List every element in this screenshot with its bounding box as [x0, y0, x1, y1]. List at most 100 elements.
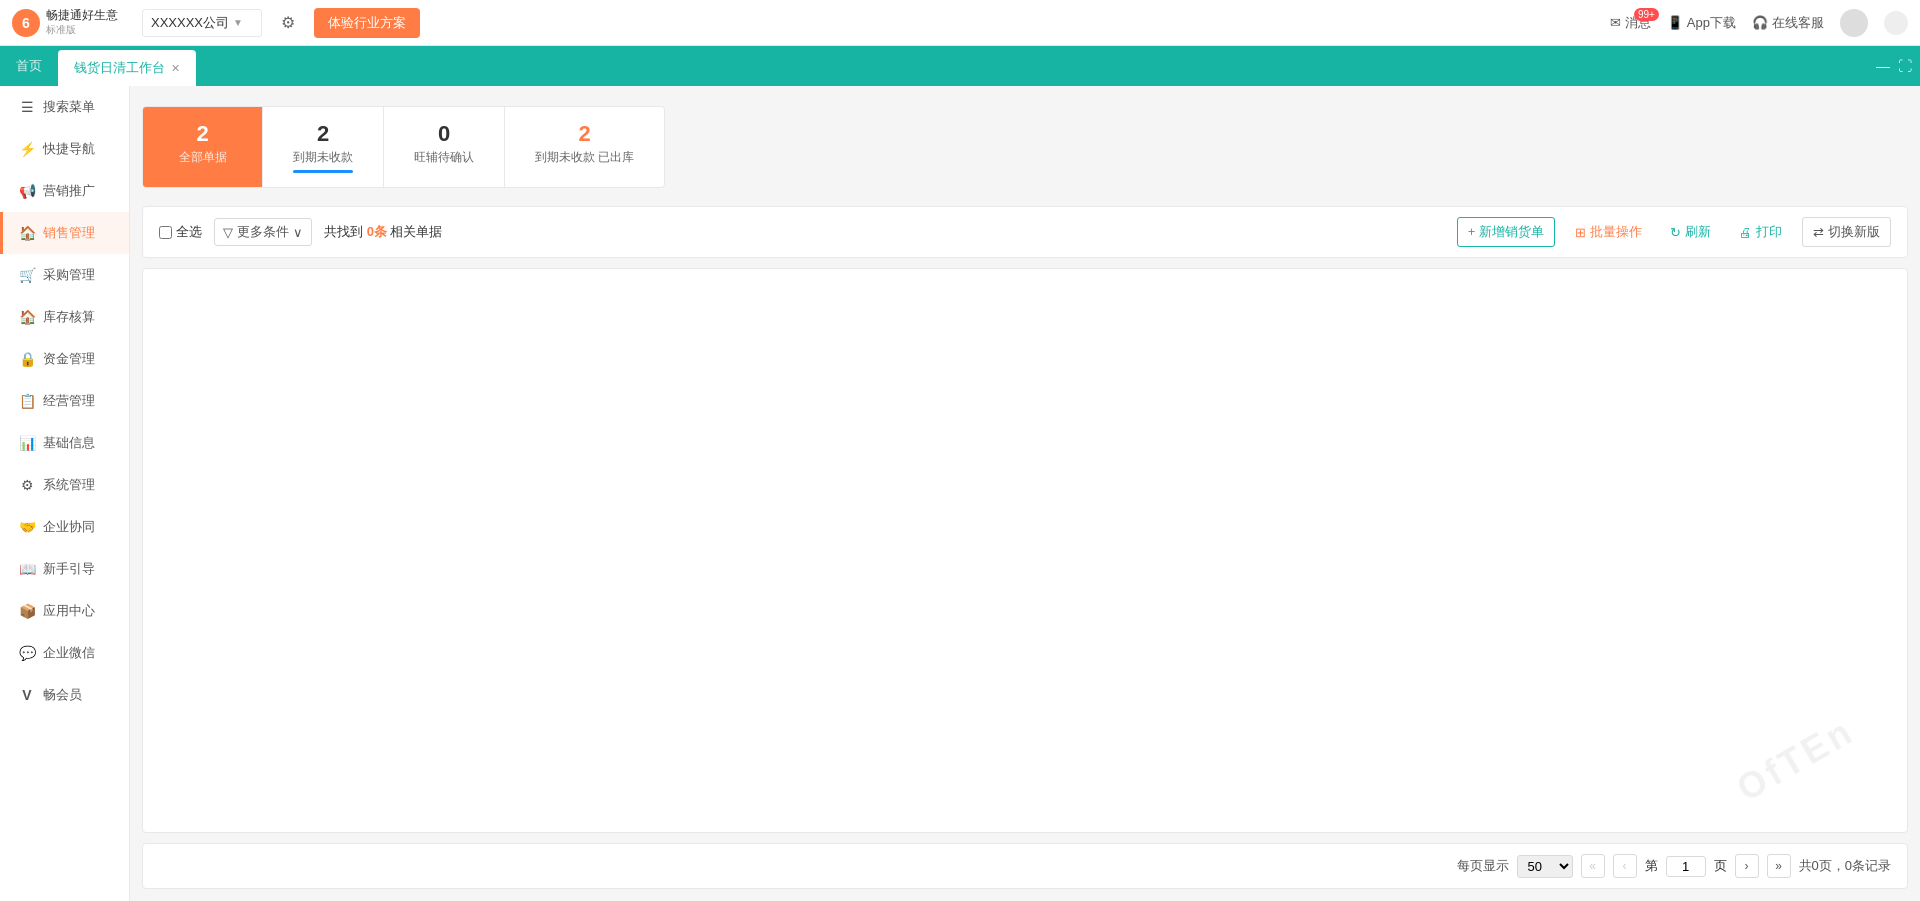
sidebar-item-finance[interactable]: 🔒 资金管理: [0, 338, 129, 380]
tab-minimize-button[interactable]: —: [1876, 58, 1890, 74]
sidebar-item-basic-info[interactable]: 📊 基础信息: [0, 422, 129, 464]
prev-page-button[interactable]: ‹: [1613, 854, 1637, 878]
company-dropdown-arrow: ▼: [233, 17, 243, 28]
sidebar-item-guide[interactable]: 📖 新手引导: [0, 548, 129, 590]
sidebar-item-inventory[interactable]: 🏠 库存核算: [0, 296, 129, 338]
marketing-icon: 📢: [19, 183, 35, 199]
tab-workbench-label: 钱货日清工作台: [74, 59, 165, 77]
tab-maximize-button[interactable]: ⛶: [1898, 58, 1912, 74]
online-service-button[interactable]: 🎧 在线客服: [1752, 14, 1824, 32]
switch-version-button[interactable]: ⇄ 切换新版: [1802, 217, 1891, 247]
settings-button[interactable]: ⚙: [274, 9, 302, 37]
refresh-button[interactable]: ↻ 刷新: [1662, 219, 1719, 245]
header-actions: ⚙ 体验行业方案: [274, 8, 420, 38]
sidebar-inventory-label: 库存核算: [43, 308, 95, 326]
last-page-button[interactable]: »: [1767, 854, 1791, 878]
sidebar-basic-info-label: 基础信息: [43, 434, 95, 452]
sidebar-item-app-center[interactable]: 📦 应用中心: [0, 590, 129, 632]
tab-close-icon[interactable]: ✕: [171, 62, 180, 75]
per-page-label: 每页显示: [1457, 857, 1509, 875]
batch-icon: ⊞: [1575, 225, 1586, 240]
sidebar-search-menu-label: 搜索菜单: [43, 98, 95, 116]
logo-area: 6 畅捷通好生意 标准版: [12, 8, 142, 38]
page-label: 第: [1645, 857, 1658, 875]
filter-dropdown-icon: ∨: [293, 225, 303, 240]
table-area: [142, 268, 1908, 833]
card-overdue-underline: [293, 170, 353, 173]
tab-home-label: 首页: [16, 57, 42, 75]
sidebar-item-enterprise[interactable]: 🤝 企业协同: [0, 506, 129, 548]
sidebar-guide-label: 新手引导: [43, 560, 95, 578]
basic-info-icon: 📊: [19, 435, 35, 451]
toolbar-right: + 新增销货单 ⊞ 批量操作 ↻ 刷新 🖨 打印 ⇄ 切换新版: [1457, 217, 1891, 247]
card-shipped-label: 到期未收款 已出库: [535, 149, 634, 166]
page-input[interactable]: [1666, 856, 1706, 877]
sidebar-item-system[interactable]: ⚙ 系统管理: [0, 464, 129, 506]
sidebar-marketing-label: 营销推广: [43, 182, 95, 200]
refresh-label: 刷新: [1685, 223, 1711, 241]
service-icon: 🎧: [1752, 15, 1768, 30]
print-label: 打印: [1756, 223, 1782, 241]
app-download-label: App下载: [1687, 14, 1736, 32]
sidebar-item-member[interactable]: V 畅会员: [0, 674, 129, 716]
filter-button[interactable]: ▽ 更多条件 ∨: [214, 218, 312, 246]
sidebar-item-sales[interactable]: 🏠 销售管理: [0, 212, 129, 254]
finance-icon: 🔒: [19, 351, 35, 367]
sidebar-item-quick-nav[interactable]: ⚡ 快捷导航: [0, 128, 129, 170]
card-pending[interactable]: 0 旺辅待确认: [384, 107, 505, 187]
app-tag: 标准版: [46, 23, 118, 37]
sidebar-purchase-label: 采购管理: [43, 266, 95, 284]
messages-badge: 99+: [1634, 8, 1659, 21]
company-selector[interactable]: XXXXXX公司 ▼: [142, 9, 262, 37]
member-icon: V: [19, 687, 35, 703]
sidebar-quick-nav-label: 快捷导航: [43, 140, 95, 158]
next-page-button[interactable]: ›: [1735, 854, 1759, 878]
header-right: ✉ 消息 99+ 📱 App下载 🎧 在线客服: [1610, 9, 1908, 37]
sidebar-finance-label: 资金管理: [43, 350, 95, 368]
sidebar-item-marketing[interactable]: 📢 营销推广: [0, 170, 129, 212]
select-all-input[interactable]: [159, 226, 172, 239]
user-name-area[interactable]: [1884, 11, 1908, 35]
sidebar-item-operations[interactable]: 📋 经营管理: [0, 380, 129, 422]
select-all-checkbox[interactable]: 全选: [159, 223, 202, 241]
sidebar-item-purchase[interactable]: 🛒 采购管理: [0, 254, 129, 296]
sales-icon: 🏠: [19, 225, 35, 241]
download-icon: 📱: [1667, 15, 1683, 30]
print-button[interactable]: 🖨 打印: [1731, 219, 1790, 245]
app-download-button[interactable]: 📱 App下载: [1667, 14, 1736, 32]
new-order-button[interactable]: + 新增销货单: [1457, 217, 1555, 247]
messages-button[interactable]: ✉ 消息 99+: [1610, 14, 1651, 32]
print-icon: 🖨: [1739, 225, 1752, 240]
inventory-icon: 🏠: [19, 309, 35, 325]
card-all[interactable]: 2 全部单据: [143, 107, 263, 187]
nav-tabs: 首页 钱货日清工作台 ✕ — ⛶: [0, 46, 1920, 86]
card-pending-label: 旺辅待确认: [414, 149, 474, 166]
logo-text-group: 畅捷通好生意 标准版: [46, 8, 118, 38]
card-overdue[interactable]: 2 到期未收款: [263, 107, 384, 187]
found-suffix: 相关单据: [390, 224, 442, 239]
tab-home[interactable]: 首页: [0, 46, 58, 86]
first-page-button[interactable]: «: [1581, 854, 1605, 878]
tab-workbench[interactable]: 钱货日清工作台 ✕: [58, 50, 196, 86]
sidebar-operations-label: 经营管理: [43, 392, 95, 410]
card-all-label: 全部单据: [173, 149, 232, 166]
try-solution-button[interactable]: 体验行业方案: [314, 8, 420, 38]
system-icon: ⚙: [19, 477, 35, 493]
top-header: 6 畅捷通好生意 标准版 XXXXXX公司 ▼ ⚙ 体验行业方案 ✉ 消息 99…: [0, 0, 1920, 46]
batch-ops-button[interactable]: ⊞ 批量操作: [1567, 219, 1650, 245]
card-shipped-number: 2: [535, 121, 634, 147]
main-layout: ☰ 搜索菜单 ⚡ 快捷导航 📢 营销推广 🏠 销售管理 🛒 采购管理 🏠 库存核…: [0, 86, 1920, 901]
summary-section: 2 全部单据 2 到期未收款 0 旺辅待确认 2 到期未收款 已出库: [142, 98, 1908, 196]
user-avatar[interactable]: [1840, 9, 1868, 37]
sidebar-item-wechat[interactable]: 💬 企业微信: [0, 632, 129, 674]
refresh-icon: ↻: [1670, 225, 1681, 240]
sidebar-system-label: 系统管理: [43, 476, 95, 494]
filter-icon: ▽: [223, 225, 233, 240]
app-name: 畅捷通好生意: [46, 8, 118, 24]
sidebar-item-search-menu[interactable]: ☰ 搜索菜单: [0, 86, 129, 128]
per-page-select[interactable]: 50 100 200: [1517, 855, 1573, 878]
card-pending-number: 0: [414, 121, 474, 147]
sidebar-enterprise-label: 企业协同: [43, 518, 95, 536]
switch-label: 切换新版: [1828, 223, 1880, 241]
card-shipped[interactable]: 2 到期未收款 已出库: [505, 107, 664, 187]
